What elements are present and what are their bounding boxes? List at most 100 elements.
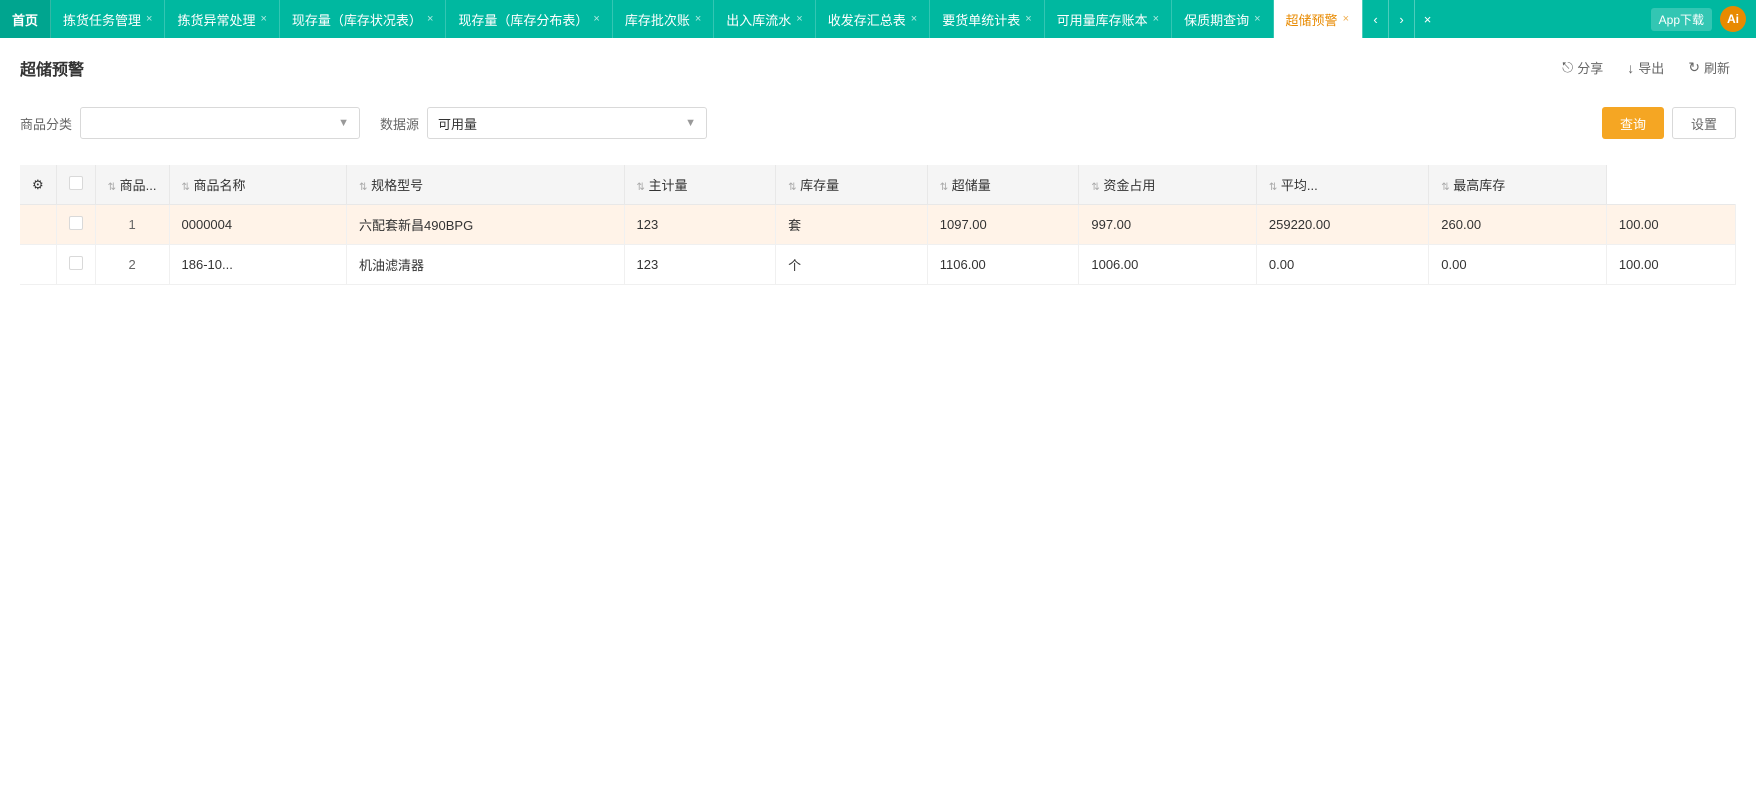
row-avg: 260.00 [1429, 205, 1607, 245]
select-all-checkbox[interactable] [69, 176, 83, 190]
row-stock: 1097.00 [927, 205, 1079, 245]
sort-icon-name: ⇅ [182, 182, 190, 193]
row-checkbox-cell[interactable] [56, 245, 95, 285]
row-unit: 套 [776, 205, 928, 245]
category-arrow-icon: ▼ [338, 117, 349, 129]
query-button[interactable]: 查询 [1602, 107, 1664, 139]
sort-icon-capital: ⇅ [1091, 182, 1099, 193]
nav-close-arrow[interactable]: × [1414, 0, 1440, 38]
nav-order-stats-label: 要货单统计表 [942, 10, 1020, 29]
nav-shelf-life-close[interactable]: × [1254, 13, 1260, 25]
nav-exception-close[interactable]: × [260, 13, 266, 25]
row-spec: 123 [624, 245, 776, 285]
category-filter: 商品分类 ▼ [20, 107, 360, 139]
col-spec-label: 规格型号 [371, 178, 423, 193]
nav-home[interactable]: 首页 [0, 0, 51, 38]
nav-order-stats-close[interactable]: × [1025, 13, 1031, 25]
header-actions: ⎋ 分享 ↓ 导出 ↻ 刷新 [1556, 54, 1736, 81]
nav-available-ledger-close[interactable]: × [1153, 13, 1159, 25]
sort-icon-overstock: ⇅ [940, 182, 948, 193]
nav-stock-status-label: 现存量（库存状况表） [292, 10, 422, 29]
nav-task-mgmt[interactable]: 拣货任务管理 × [51, 0, 165, 38]
nav-prev-arrow[interactable]: ‹ [1362, 0, 1388, 38]
row-checkbox-cell[interactable] [56, 205, 95, 245]
row-product-name: 六配套新昌490BPG [347, 205, 624, 245]
datasource-select[interactable]: 可用量 ▼ [427, 107, 707, 139]
nav-recv-send-label: 收发存汇总表 [828, 10, 906, 29]
nav-inout-flow-close[interactable]: × [796, 13, 802, 25]
col-stock-label: 库存量 [800, 178, 839, 193]
nav-shelf-life[interactable]: 保质期查询 × [1172, 0, 1273, 38]
nav-batch-ledger[interactable]: 库存批次账 × [613, 0, 714, 38]
nav-next-arrow[interactable]: › [1388, 0, 1414, 38]
refresh-icon: ↻ [1688, 59, 1700, 76]
nav-exception[interactable]: 拣货异常处理 × [165, 0, 279, 38]
gear-icon[interactable]: ⚙ [32, 177, 44, 192]
nav-batch-ledger-close[interactable]: × [695, 13, 701, 25]
sort-icon-spec: ⇅ [359, 182, 367, 193]
export-button[interactable]: ↓ 导出 [1621, 54, 1670, 81]
row-checkbox[interactable] [69, 256, 83, 270]
nav-available-ledger[interactable]: 可用量库存账本 × [1045, 0, 1172, 38]
nav-recv-send[interactable]: 收发存汇总表 × [816, 0, 930, 38]
table-header: ⚙ ⇅ 商品... ⇅ 商品名称 ⇅ 规格型号 [20, 165, 1736, 205]
nav-inout-flow[interactable]: 出入库流水 × [714, 0, 815, 38]
sort-icon-max: ⇅ [1441, 182, 1449, 193]
nav-recv-send-close[interactable]: × [911, 13, 917, 25]
nav-overstock-warning-label: 超储预警 [1286, 10, 1338, 29]
nav-overstock-warning-close[interactable]: × [1343, 13, 1349, 25]
nav-home-label: 首页 [12, 10, 38, 29]
nav-available-ledger-label: 可用量库存账本 [1057, 10, 1148, 29]
settings-button[interactable]: 设置 [1672, 107, 1736, 139]
col-stock: ⇅ 库存量 [776, 165, 928, 205]
datasource-value: 可用量 [438, 114, 477, 133]
nav-exception-label: 拣货异常处理 [177, 10, 255, 29]
col-product-code: ⇅ 商品... [95, 165, 169, 205]
row-product-code: 0000004 [169, 205, 347, 245]
row-seq: 2 [95, 245, 169, 285]
col-select-all[interactable] [56, 165, 95, 205]
top-nav: 首页 拣货任务管理 × 拣货异常处理 × 现存量（库存状况表） × 现存量（库存… [0, 0, 1756, 38]
filter-area: 商品分类 ▼ 数据源 可用量 ▼ 查询 设置 [20, 97, 1736, 149]
row-max-stock: 100.00 [1606, 245, 1735, 285]
row-capital: 259220.00 [1256, 205, 1428, 245]
col-product-code-label: 商品... [120, 178, 157, 193]
nav-overstock-warning[interactable]: 超储预警 × [1274, 0, 1362, 38]
col-unit: ⇅ 主计量 [624, 165, 776, 205]
col-max-stock: ⇅ 最高库存 [1429, 165, 1607, 205]
nav-task-mgmt-close[interactable]: × [146, 13, 152, 25]
export-icon: ↓ [1627, 60, 1634, 76]
nav-stock-status[interactable]: 现存量（库存状况表） × [280, 0, 446, 38]
col-avg-label: 平均... [1281, 178, 1318, 193]
share-button[interactable]: ⎋ 分享 [1556, 54, 1609, 81]
share-label: 分享 [1577, 58, 1603, 77]
nav-inout-flow-label: 出入库流水 [726, 10, 791, 29]
table-body: 1 0000004 六配套新昌490BPG 123 套 1097.00 997.… [20, 205, 1736, 285]
nav-task-mgmt-label: 拣货任务管理 [63, 10, 141, 29]
col-max-stock-label: 最高库存 [1453, 178, 1505, 193]
col-unit-label: 主计量 [649, 178, 688, 193]
col-settings[interactable]: ⚙ [20, 165, 56, 205]
nav-stock-dist[interactable]: 现存量（库存分布表） × [446, 0, 612, 38]
col-capital: ⇅ 资金占用 [1079, 165, 1257, 205]
page-content: 超储预警 ⎋ 分享 ↓ 导出 ↻ 刷新 商品分类 ▼ 数据源 [0, 38, 1756, 800]
nav-stock-status-close[interactable]: × [427, 13, 433, 25]
page-title: 超储预警 [20, 56, 84, 80]
category-select[interactable]: ▼ [80, 107, 360, 139]
avatar[interactable]: Ai [1720, 6, 1746, 32]
row-checkbox[interactable] [69, 216, 83, 230]
row-spec: 123 [624, 205, 776, 245]
nav-stock-dist-close[interactable]: × [593, 13, 599, 25]
nav-order-stats[interactable]: 要货单统计表 × [930, 0, 1044, 38]
share-icon: ⎋ [1562, 59, 1573, 76]
col-overstock: ⇅ 超储量 [927, 165, 1079, 205]
row-overstock: 1006.00 [1079, 245, 1257, 285]
page-header: 超储预警 ⎋ 分享 ↓ 导出 ↻ 刷新 [20, 54, 1736, 81]
row-product-code: 186-10... [169, 245, 347, 285]
refresh-button[interactable]: ↻ 刷新 [1682, 54, 1736, 81]
row-avg: 0.00 [1429, 245, 1607, 285]
datasource-arrow-icon: ▼ [685, 117, 696, 129]
top-right-area: App下载 Ai [1641, 0, 1756, 38]
row-seq: 1 [95, 205, 169, 245]
app-download-button[interactable]: App下载 [1651, 8, 1712, 31]
